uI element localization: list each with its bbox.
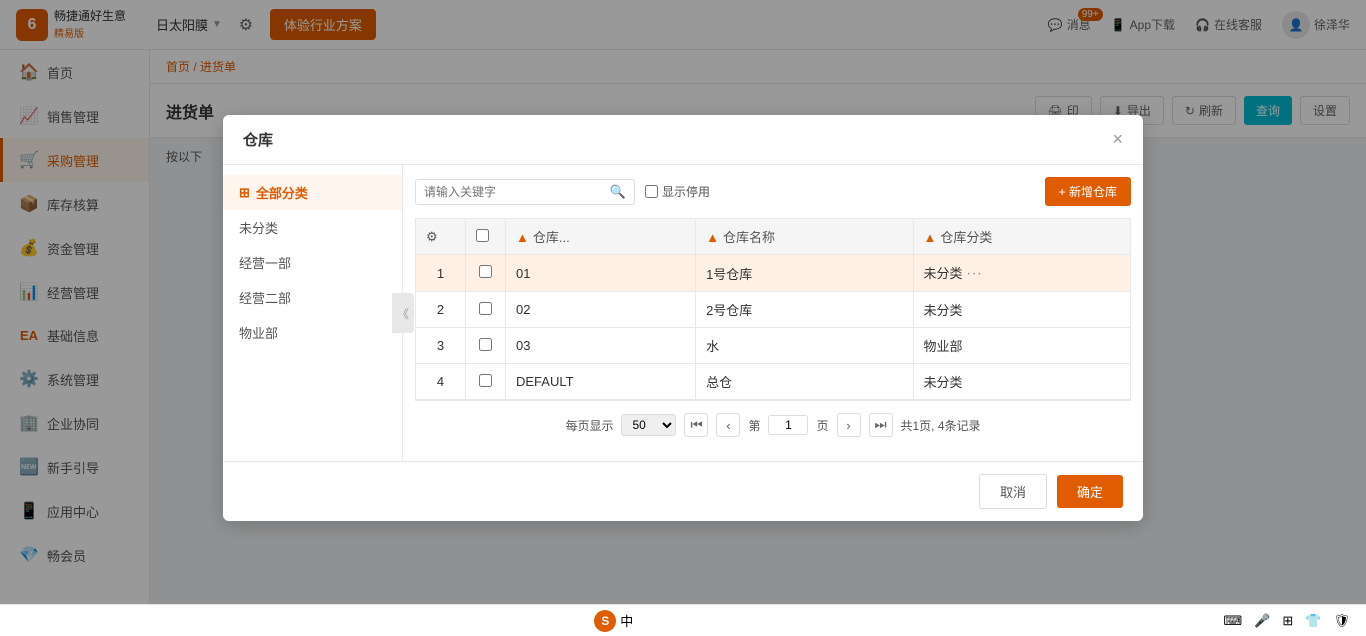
- grid-icon: ⊞: [239, 185, 250, 201]
- page-input[interactable]: [768, 415, 808, 435]
- col-header-category: ▲仓库分类: [913, 219, 1130, 255]
- table-row[interactable]: 3 03 水 物业部: [416, 328, 1131, 364]
- show-disabled-checkbox-label[interactable]: 显示停用: [645, 183, 710, 200]
- cell-code-2: 02: [506, 292, 696, 328]
- row-checkbox-3[interactable]: [479, 338, 492, 351]
- cell-index-3: 3: [416, 328, 466, 364]
- search-input[interactable]: [424, 185, 610, 199]
- sysbar-logo: S 中: [594, 610, 633, 632]
- search-box: 🔍: [415, 179, 635, 205]
- cell-name-1: 1号仓库: [696, 255, 913, 292]
- row-checkbox-2[interactable]: [479, 302, 492, 315]
- table-row[interactable]: 2 02 2号仓库 未分类: [416, 292, 1131, 328]
- collapse-panel-button[interactable]: 《: [392, 293, 414, 333]
- dialog-title: 仓库: [243, 129, 273, 150]
- page-prefix-label: 第: [748, 417, 760, 434]
- cell-index-2: 2: [416, 292, 466, 328]
- first-page-button[interactable]: ⏮: [684, 413, 708, 437]
- table-row[interactable]: 4 DEFAULT 总仓 未分类: [416, 364, 1131, 400]
- cell-code-3: 03: [506, 328, 696, 364]
- warehouse-dialog: 仓库 × ⊞ 全部分类 未分类 经营一部 经营二部: [223, 115, 1143, 521]
- category-panel: ⊞ 全部分类 未分类 经营一部 经营二部 物业部 《: [223, 165, 403, 461]
- sysbar-keyboard-icon: ⌨: [1223, 613, 1242, 629]
- page-suffix-label: 页: [816, 417, 828, 434]
- category-item-property[interactable]: 物业部: [223, 315, 402, 350]
- last-page-button[interactable]: ⏭: [869, 413, 893, 437]
- cell-index-1: 1: [416, 255, 466, 292]
- table-toolbar: 🔍 显示停用 + 新增仓库: [415, 177, 1131, 206]
- table-container: ⚙ ▲仓库... ▲仓库名称 ▲仓库分类 1: [415, 218, 1131, 400]
- cell-name-2: 2号仓库: [696, 292, 913, 328]
- table-row[interactable]: 1 01 1号仓库 未分类 ···: [416, 255, 1131, 292]
- sysbar-mic-icon: 🎤: [1254, 613, 1270, 629]
- new-warehouse-button[interactable]: + 新增仓库: [1045, 177, 1131, 206]
- show-disabled-label: 显示停用: [662, 183, 710, 200]
- sysbar-grid-icon: ⊞: [1282, 613, 1293, 629]
- sysbar-shield-icon: 🛡: [1333, 613, 1350, 629]
- cell-name-3: 水: [696, 328, 913, 364]
- total-info: 共1页, 4条记录: [901, 417, 981, 434]
- prev-page-button[interactable]: ‹: [716, 413, 740, 437]
- select-all-checkbox[interactable]: [476, 229, 489, 242]
- col-header-name: ▲仓库名称: [696, 219, 913, 255]
- cell-check-1[interactable]: [466, 255, 506, 292]
- category-label-dept1: 经营一部: [239, 256, 291, 271]
- cancel-button[interactable]: 取消: [979, 474, 1047, 509]
- cell-category-1: 未分类 ···: [913, 255, 1130, 292]
- table-head: ⚙ ▲仓库... ▲仓库名称 ▲仓库分类: [416, 219, 1131, 255]
- category-label-unclassified: 未分类: [239, 221, 278, 236]
- cell-check-4[interactable]: [466, 364, 506, 400]
- col-header-check: [466, 219, 506, 255]
- col-header-code: ▲仓库...: [506, 219, 696, 255]
- dialog-body: ⊞ 全部分类 未分类 经营一部 经营二部 物业部 《: [223, 165, 1143, 461]
- search-icon[interactable]: 🔍: [610, 184, 626, 200]
- cell-check-2[interactable]: [466, 292, 506, 328]
- row-checkbox-1[interactable]: [479, 265, 492, 278]
- cell-category-3: 物业部: [913, 328, 1130, 364]
- table-body: 1 01 1号仓库 未分类 ··· 2 02 2号: [416, 255, 1131, 400]
- category-item-dept2[interactable]: 经营二部: [223, 280, 402, 315]
- category-label-property: 物业部: [239, 326, 278, 341]
- table-header-row: ⚙ ▲仓库... ▲仓库名称 ▲仓库分类: [416, 219, 1131, 255]
- category-all[interactable]: ⊞ 全部分类: [223, 175, 402, 210]
- per-page-select[interactable]: 50 100: [621, 414, 676, 436]
- col-header-settings: ⚙: [416, 219, 466, 255]
- category-all-label: 全部分类: [256, 183, 308, 202]
- table-panel: 🔍 显示停用 + 新增仓库 ⚙: [403, 165, 1143, 461]
- pagination: 每页显示 50 100 ⏮ ‹ 第 页 › ⏭ 共1页, 4条记录: [415, 400, 1131, 449]
- s-logo-icon: S: [594, 610, 616, 632]
- modal-overlay[interactable]: 仓库 × ⊞ 全部分类 未分类 经营一部 经营二部: [0, 0, 1366, 636]
- confirm-button[interactable]: 确定: [1057, 475, 1123, 508]
- category-label-dept2: 经营二部: [239, 291, 291, 306]
- cell-category-2: 未分类: [913, 292, 1130, 328]
- cell-check-3[interactable]: [466, 328, 506, 364]
- category-item-unclassified[interactable]: 未分类: [223, 210, 402, 245]
- dialog-footer: 取消 确定: [223, 461, 1143, 521]
- show-disabled-checkbox[interactable]: [645, 185, 658, 198]
- category-item-dept1[interactable]: 经营一部: [223, 245, 402, 280]
- cell-name-4: 总仓: [696, 364, 913, 400]
- next-page-button[interactable]: ›: [837, 413, 861, 437]
- system-bar: S 中 ⌨ 🎤 ⊞ 👕 🛡: [0, 604, 1366, 636]
- cell-code-4: DEFAULT: [506, 364, 696, 400]
- cell-category-4: 未分类: [913, 364, 1130, 400]
- row-more-btn-1[interactable]: ···: [966, 265, 982, 282]
- sysbar-shirt-icon: 👕: [1305, 613, 1321, 629]
- dialog-header: 仓库 ×: [223, 115, 1143, 165]
- sysbar-label: 中: [620, 611, 633, 630]
- warehouse-table: ⚙ ▲仓库... ▲仓库名称 ▲仓库分类 1: [415, 218, 1131, 400]
- cell-code-1: 01: [506, 255, 696, 292]
- row-checkbox-4[interactable]: [479, 374, 492, 387]
- per-page-label: 每页显示: [565, 417, 613, 434]
- cell-index-4: 4: [416, 364, 466, 400]
- dialog-close-button[interactable]: ×: [1112, 129, 1123, 150]
